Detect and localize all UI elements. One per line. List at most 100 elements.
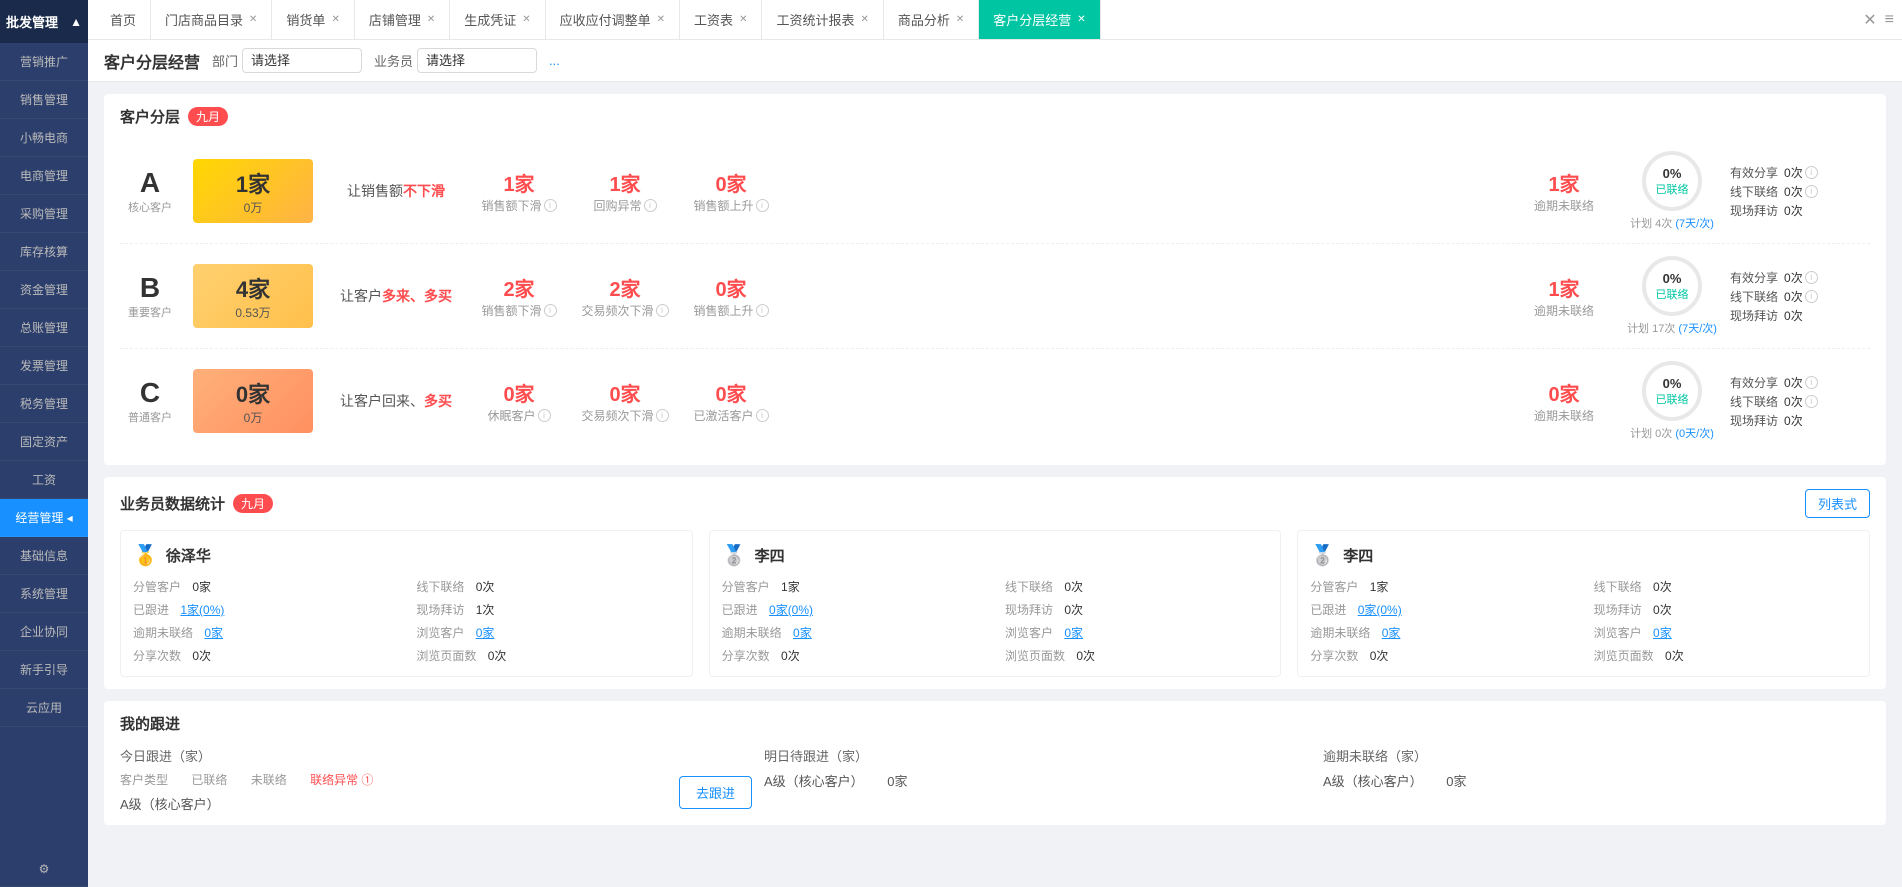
info-icon-ra-2[interactable]: i (1805, 185, 1818, 198)
tier-row-b: B 重要客户 4家 0.53万 让客户多来、多买 2家 销售额下滑 i (120, 244, 1870, 349)
info-icon-c-3[interactable]: i (756, 409, 769, 422)
staff-stat-1-分管客户: 分管客户 1家 (722, 578, 985, 595)
followup-today-a-label: A级（核心客户） (120, 797, 220, 812)
tier-right-stat-b-1: 有效分享 0次 i (1730, 269, 1870, 286)
sidebar-item-基础信息[interactable]: 基础信息 (0, 537, 88, 575)
tab-close-工资统计报表[interactable]: ✕ (860, 14, 868, 25)
tier-stat-c-1-num: 0家 (503, 378, 534, 407)
filter-more-btn[interactable]: ... (549, 53, 560, 68)
tier-count-sub-a: 0万 (244, 199, 263, 216)
tab-销货单[interactable]: 销货单 ✕ (272, 0, 354, 40)
info-icon-rc-2[interactable]: i (1805, 395, 1818, 408)
followup-today-联络: 已联络 (191, 773, 227, 787)
sidebar-item-经营管理[interactable]: 经营管理 ◂ (0, 499, 88, 537)
sidebar-item-系统管理[interactable]: 系统管理 (0, 575, 88, 613)
tier-stat-c-2-label: 交易频次下滑 i (581, 407, 668, 424)
sidebar-item-settings[interactable]: ⚙ (0, 852, 88, 887)
tab-more-icon[interactable]: ≡ (1885, 11, 1894, 29)
staff-stat-2-逾期未联络: 逾期未联络 0家 (1310, 624, 1573, 641)
tab-商品分析[interactable]: 商品分析 ✕ (884, 0, 979, 40)
tab-门店商品目录[interactable]: 门店商品目录 ✕ (151, 0, 272, 40)
staff-stat-2-分享次数: 分享次数 0次 (1310, 647, 1573, 664)
tier-stat-a-1-label: 销售额下滑 i (481, 197, 556, 214)
tier-circle-a: 0% 已联络 计划 4次 (7天/次) (1622, 151, 1722, 231)
followup-overdue-col: 逾期未联络（家） A级（核心客户） 0家 (1323, 746, 1870, 790)
staff-stat-2-现场拜访: 现场拜访 0次 (1594, 601, 1857, 618)
staff-stat-2-分管客户: 分管客户 1家 (1310, 578, 1573, 595)
goto-followup-btn[interactable]: 去跟进 (679, 776, 752, 809)
staff-card-header-2: 🥈 李四 (1310, 543, 1857, 568)
tab-close-应收应付调整单[interactable]: ✕ (657, 14, 665, 25)
tab-客户分层经营[interactable]: 客户分层经营 ✕ (979, 0, 1100, 40)
sidebar-item-小畅电商[interactable]: 小畅电商 (0, 119, 88, 157)
tier-circle-label-a: 计划 4次 (7天/次) (1630, 215, 1714, 231)
sidebar-item-工资[interactable]: 工资 (0, 461, 88, 499)
tier-slogan-highlight-b: 多来、多买 (382, 286, 452, 306)
tier-label-b: B 重要客户 (120, 256, 180, 336)
tier-right-val-a-2: 0次 (1784, 183, 1803, 200)
sidebar-item-固定资产[interactable]: 固定资产 (0, 423, 88, 461)
tier-row-a: A 核心客户 1家 0万 让销售额不下滑 1家 销售额下滑 i (120, 139, 1870, 244)
sidebar-expand-icon[interactable]: ▲ (70, 15, 82, 29)
info-icon-b-1[interactable]: i (544, 304, 557, 317)
followup-tomorrow-a-val: 0家 (887, 774, 907, 789)
followup-tomorrow-title: 明日待跟进（家） (764, 746, 1311, 765)
sidebar-item-企业协同[interactable]: 企业协同 (0, 613, 88, 651)
tab-close-客户分层经营[interactable]: ✕ (1077, 14, 1085, 25)
staff-medal-1: 🥈 (722, 543, 747, 568)
tab-close-店铺管理[interactable]: ✕ (427, 14, 435, 25)
tier-right-stat-a-1: 有效分享 0次 i (1730, 164, 1870, 181)
list-view-btn[interactable]: 列表式 (1805, 489, 1870, 518)
info-icon-ra-1[interactable]: i (1805, 166, 1818, 179)
staff-card-header-0: 🥇 徐泽华 (133, 543, 680, 568)
info-icon-rb-2[interactable]: i (1805, 290, 1818, 303)
staff-filter: 业务员 请选择 (374, 48, 537, 73)
sidebar-item-采购管理[interactable]: 采购管理 (0, 195, 88, 233)
sidebar-item-税务管理[interactable]: 税务管理 (0, 385, 88, 423)
tab-close-生成凭证[interactable]: ✕ (522, 14, 530, 25)
tab-close-销货单[interactable]: ✕ (331, 14, 339, 25)
sidebar-item-销售管理[interactable]: 销售管理 (0, 81, 88, 119)
info-icon-c-1[interactable]: i (538, 409, 551, 422)
tab-店铺管理[interactable]: 店铺管理 ✕ (355, 0, 450, 40)
tier-circle-pct-c: 0% (1663, 376, 1682, 391)
sidebar-item-库存核算[interactable]: 库存核算 (0, 233, 88, 271)
sidebar-item-电商管理[interactable]: 电商管理 (0, 157, 88, 195)
tab-工资统计报表[interactable]: 工资统计报表 ✕ (762, 0, 883, 40)
tab-工资表[interactable]: 工资表 ✕ (680, 0, 762, 40)
info-icon-b-2[interactable]: i (656, 304, 669, 317)
info-icon-a-1[interactable]: i (544, 199, 557, 212)
tier-name-a: 核心客户 (128, 199, 172, 215)
info-icon-a-2[interactable]: i (644, 199, 657, 212)
tab-生成凭证[interactable]: 生成凭证 ✕ (450, 0, 545, 40)
sidebar-item-新手引导[interactable]: 新手引导 (0, 651, 88, 689)
tab-应收应付调整单[interactable]: 应收应付调整单 ✕ (546, 0, 680, 40)
info-icon-c-2[interactable]: i (656, 409, 669, 422)
tier-stat-a-3: 0家 销售额上升 i (686, 168, 776, 214)
sidebar-item-资金管理[interactable]: 资金管理 (0, 271, 88, 309)
tier-right-val-b-2: 0次 (1784, 288, 1803, 305)
info-icon-a-3[interactable]: i (756, 199, 769, 212)
tab-close-工资表[interactable]: ✕ (739, 14, 747, 25)
tier-stat-b-1-label: 销售额下滑 i (481, 302, 556, 319)
sidebar-item-营销推广[interactable]: 营销推广 (0, 43, 88, 81)
staff-stat-2-浏览页面数: 浏览页面数 0次 (1594, 647, 1857, 664)
info-icon-b-3[interactable]: i (756, 304, 769, 317)
tier-contact-label-b: 逾期未联络 (1534, 302, 1594, 319)
tier-contact-num-c: 0家 (1548, 378, 1579, 407)
tab-close-门店商品目录[interactable]: ✕ (249, 14, 257, 25)
staff-select[interactable]: 请选择 (417, 48, 537, 73)
sidebar-item-发票管理[interactable]: 发票管理 (0, 347, 88, 385)
tab-close-商品分析[interactable]: ✕ (956, 14, 964, 25)
tier-circle-shape-b: 0% 已联络 (1642, 256, 1702, 316)
info-icon-rb-1[interactable]: i (1805, 271, 1818, 284)
dept-select[interactable]: 请选择 (242, 48, 362, 73)
sidebar-item-总账管理[interactable]: 总账管理 (0, 309, 88, 347)
customer-section-header: 客户分层 九月 (120, 106, 1870, 127)
tier-stat-a-3-num: 0家 (715, 168, 746, 197)
tab-close-all-icon[interactable]: ✕ (1863, 10, 1876, 30)
sidebar-item-云应用[interactable]: 云应用 (0, 689, 88, 727)
tier-stat-c-3-label: 已激活客户 i (693, 407, 768, 424)
info-icon-rc-1[interactable]: i (1805, 376, 1818, 389)
tab-首页[interactable]: 首页 (96, 0, 151, 40)
